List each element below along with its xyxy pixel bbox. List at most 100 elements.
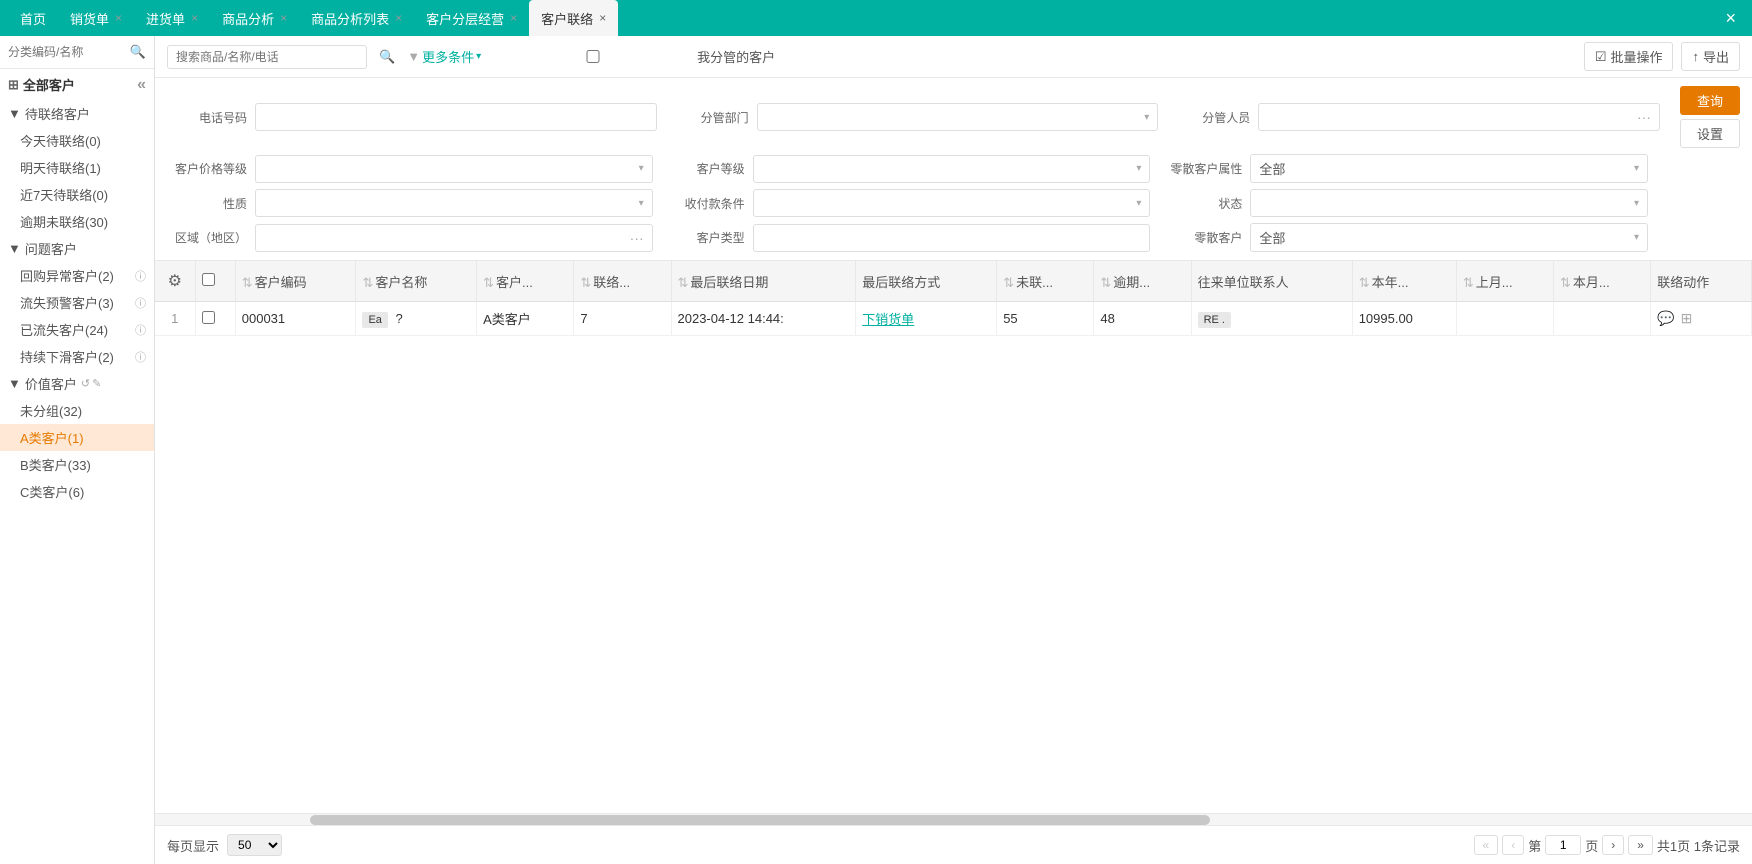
close-all-icon[interactable]: ×	[1717, 8, 1744, 29]
sidebar-item-7days-pending[interactable]: 近7天待联络(0)	[0, 181, 154, 208]
th-overdue[interactable]: ⇅逾期...	[1094, 261, 1191, 302]
group-value-customers[interactable]: ▼ 价值客户 ↺ ✎	[0, 370, 154, 397]
sidebar-item-class-a[interactable]: A类客户(1)	[0, 424, 154, 451]
row-actions: 💬 ⊞	[1651, 302, 1752, 336]
th-name[interactable]: ⇅客户名称	[356, 261, 477, 302]
info-icon-3: ⓘ	[135, 322, 146, 338]
last-page-btn[interactable]: »	[1628, 835, 1653, 855]
scroll-thumb[interactable]	[310, 815, 1210, 825]
region-dots-icon: ···	[630, 230, 644, 246]
group-problem-customers[interactable]: ▼ 问题客户	[0, 235, 154, 262]
more-filters-btn[interactable]: ▼ 更多条件 ▾	[407, 47, 481, 66]
sidebar-item-class-c[interactable]: C类客户(6)	[0, 478, 154, 505]
th-customer-type[interactable]: ⇅客户...	[477, 261, 574, 302]
table-settings-btn[interactable]: ⚙	[164, 269, 186, 293]
sidebar-item-overdue-contact[interactable]: 逾期未联络(30)	[0, 208, 154, 235]
nav-customer-tier-close[interactable]: ×	[510, 11, 517, 25]
th-this-year[interactable]: ⇅本年...	[1352, 261, 1456, 302]
th-contacts[interactable]: ⇅联络...	[574, 261, 671, 302]
filter-row-1: 电话号码 分管部门 ▾ 分管人员 ···	[167, 86, 1740, 148]
nav-purchase-close[interactable]: ×	[191, 11, 198, 25]
customer-level-dropdown[interactable]: ▾	[753, 155, 1151, 183]
sidebar-item-churned[interactable]: 已流失客户(24) ⓘ	[0, 316, 154, 343]
th-last-month[interactable]: ⇅上月...	[1456, 261, 1553, 302]
th-last-contact-date[interactable]: ⇅最后联络日期	[671, 261, 856, 302]
sort-icon-type: ⇅	[483, 275, 494, 290]
chat-icon[interactable]: 💬	[1657, 310, 1674, 327]
unit-contact-badge: RE .	[1198, 312, 1231, 328]
page-size-select[interactable]: 10 20 50 100	[227, 834, 282, 856]
search-icon[interactable]: 🔍	[379, 49, 395, 65]
table-row: 1 000031 Ea ? A类客户 7 2023-04-12 14:44: 下…	[155, 302, 1752, 336]
nav-sales-close[interactable]: ×	[115, 11, 122, 25]
th-not-contacted[interactable]: ⇅未联...	[997, 261, 1094, 302]
nav-product-analysis-list[interactable]: 商品分析列表 ×	[299, 0, 414, 36]
nav-home[interactable]: 首页	[8, 0, 58, 36]
select-all-checkbox[interactable]	[202, 273, 215, 286]
sidebar-item-ungrouped[interactable]: 未分组(32)	[0, 397, 154, 424]
row-name: Ea ?	[356, 302, 477, 336]
manager-dots-icon: ···	[1637, 109, 1651, 125]
batch-ops-button[interactable]: ☑ 批量操作	[1584, 42, 1674, 71]
sidebar-search-bar: 🔍	[0, 36, 154, 69]
sidebar-item-declining[interactable]: 持续下滑客户(2) ⓘ	[0, 343, 154, 370]
customer-type-field[interactable]	[753, 224, 1151, 252]
last-contact-link[interactable]: 下销货单	[862, 312, 914, 327]
phone-input[interactable]	[255, 103, 657, 131]
payment-dropdown[interactable]: ▾	[753, 189, 1151, 217]
sidebar-search-icon[interactable]: 🔍	[130, 44, 146, 60]
filter-customer-type: 客户类型	[665, 224, 1151, 252]
qr-icon[interactable]: ⊞	[1681, 310, 1693, 327]
sidebar-item-class-b[interactable]: B类客户(33)	[0, 451, 154, 478]
page-number-input[interactable]	[1545, 835, 1581, 855]
retail-attr-dropdown[interactable]: 全部 ▾	[1250, 154, 1648, 183]
manager-field[interactable]: ···	[1258, 103, 1660, 131]
nav-customer-contact[interactable]: 客户联络 ×	[529, 0, 618, 36]
nav-product-analysis[interactable]: 商品分析 ×	[210, 0, 299, 36]
row-checkbox[interactable]	[202, 311, 215, 324]
th-gear[interactable]: ⚙	[155, 261, 195, 302]
query-button[interactable]: 查询	[1680, 86, 1740, 115]
th-last-contact-way[interactable]: 最后联络方式	[856, 261, 997, 302]
status-dropdown[interactable]: ▾	[1250, 189, 1648, 217]
region-field[interactable]: ···	[255, 224, 653, 252]
th-code[interactable]: ⇅客户编码	[235, 261, 356, 302]
sidebar-item-tomorrow-pending[interactable]: 明天待联络(1)	[0, 154, 154, 181]
filter-icon: ▼	[407, 49, 420, 64]
th-this-month[interactable]: ⇅本月...	[1554, 261, 1651, 302]
my-customers-checkbox[interactable]	[493, 50, 693, 63]
first-page-btn[interactable]: «	[1474, 835, 1499, 855]
sidebar-item-today-pending[interactable]: 今天待联络(0)	[0, 127, 154, 154]
refresh-icon[interactable]: ↺	[81, 377, 90, 390]
sidebar-search-input[interactable]	[8, 45, 126, 59]
sidebar-item-churn-warning[interactable]: 流失预警客户(3) ⓘ	[0, 289, 154, 316]
filter-region: 区域（地区） ···	[167, 224, 653, 252]
group-pending-contact[interactable]: ▼ 待联络客户	[0, 100, 154, 127]
horizontal-scrollbar[interactable]	[155, 813, 1752, 825]
retail-customer-dropdown[interactable]: 全部 ▾	[1250, 223, 1648, 252]
prev-page-btn[interactable]: ‹	[1502, 835, 1524, 855]
nav-purchase[interactable]: 进货单 ×	[134, 0, 210, 36]
filter-nature: 性质 ▾	[167, 189, 653, 217]
nature-dropdown[interactable]: ▾	[255, 189, 653, 217]
search-input[interactable]	[167, 45, 367, 69]
price-level-dropdown[interactable]: ▾	[255, 155, 653, 183]
settings-button[interactable]: 设置	[1680, 119, 1740, 148]
row-this-year: 10995.00	[1352, 302, 1456, 336]
nav-sales[interactable]: 销货单 ×	[58, 0, 134, 36]
nav-product-analysis-close[interactable]: ×	[280, 11, 287, 25]
sidebar-collapse-btn[interactable]: «	[137, 76, 146, 94]
row-overdue: 48	[1094, 302, 1191, 336]
nav-customer-tier[interactable]: 客户分层经营 ×	[414, 0, 529, 36]
filter-phone: 电话号码	[167, 103, 657, 131]
expand-arrow-icon-3: ▼	[8, 376, 21, 391]
edit-group-icon[interactable]: ✎	[92, 377, 101, 390]
dept-dropdown[interactable]: ▾	[757, 103, 1159, 131]
next-page-btn[interactable]: ›	[1602, 835, 1624, 855]
query-action-buttons: 查询 设置	[1680, 86, 1740, 148]
export-button[interactable]: ↑ 导出	[1681, 42, 1740, 71]
nav-customer-contact-close[interactable]: ×	[599, 11, 606, 25]
sidebar-item-repurchase-abnormal[interactable]: 回购异常客户(2) ⓘ	[0, 262, 154, 289]
th-unit-contact[interactable]: 往来单位联系人	[1191, 261, 1352, 302]
nav-product-analysis-list-close[interactable]: ×	[395, 11, 402, 25]
